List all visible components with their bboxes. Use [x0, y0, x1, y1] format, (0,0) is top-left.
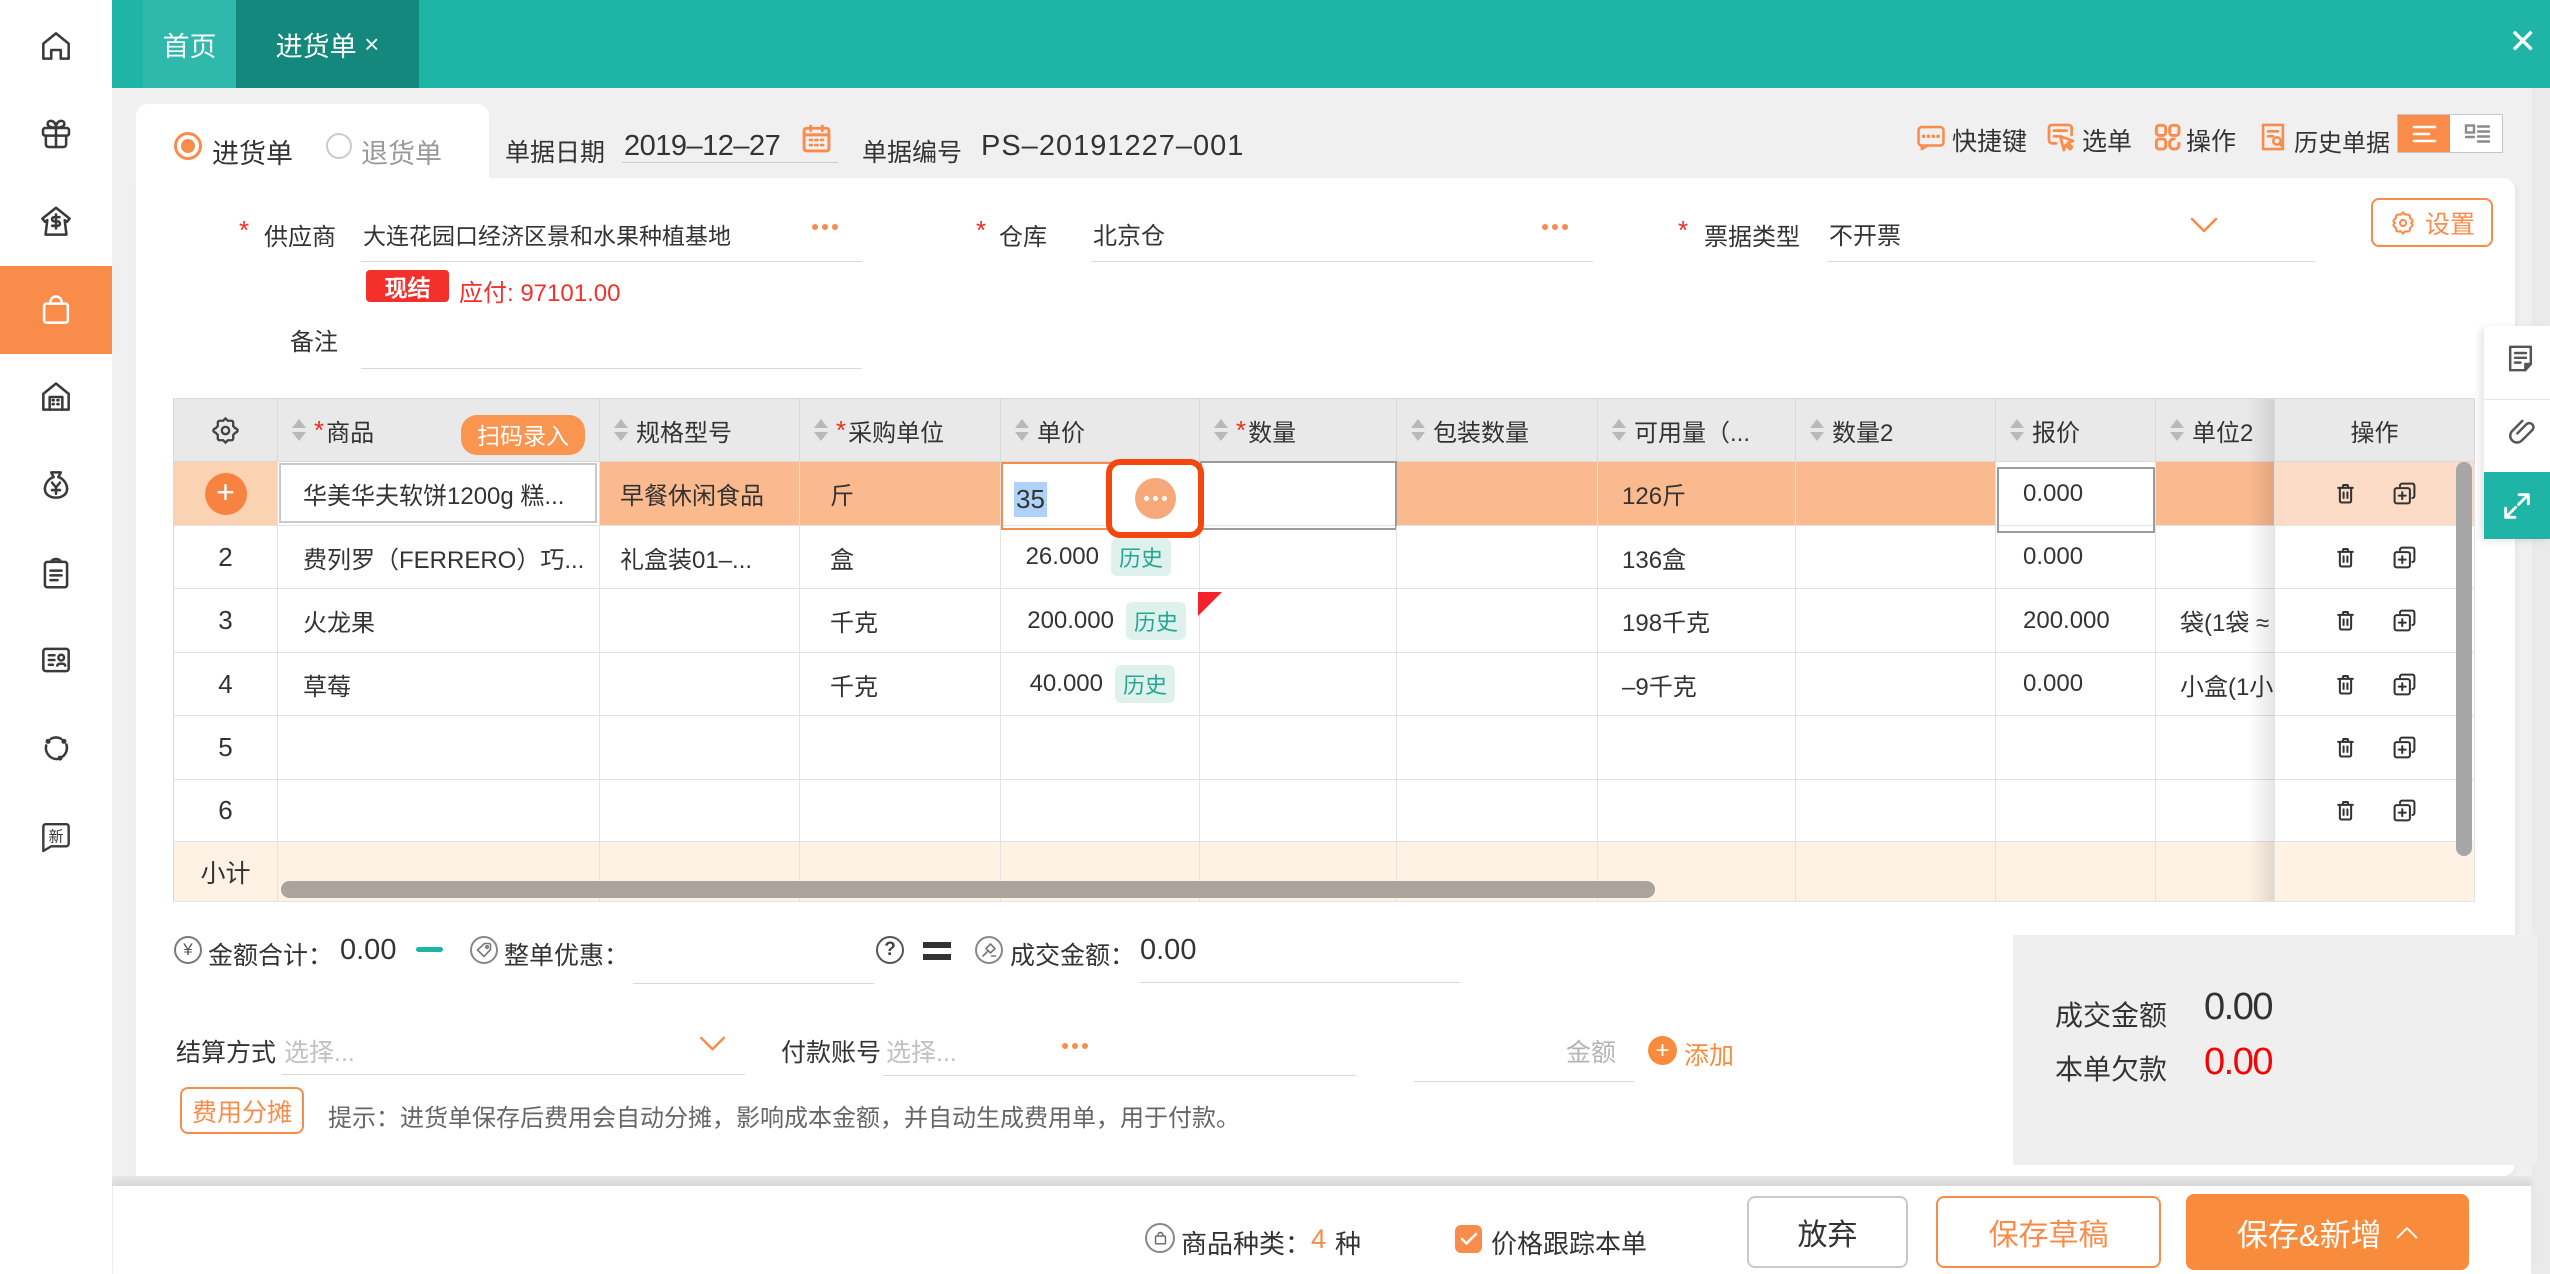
svg-text:新: 新: [48, 828, 63, 845]
